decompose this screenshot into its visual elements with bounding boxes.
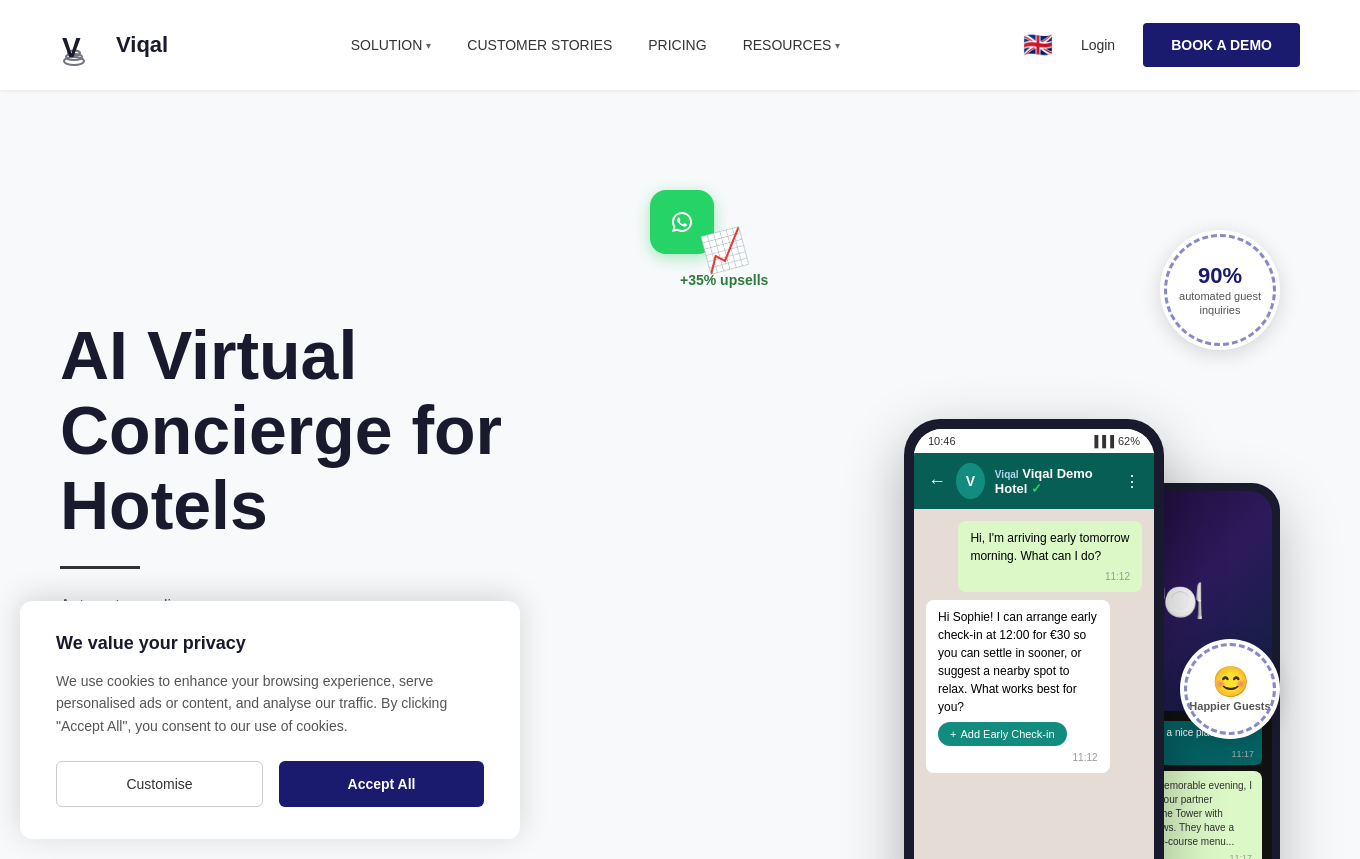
hotel-name: Viqal Viqal Demo Hotel ✓ — [995, 466, 1114, 496]
nav-resources[interactable]: RESOURCES ▾ — [743, 37, 841, 53]
hotel-info: Viqal Viqal Demo Hotel ✓ — [995, 466, 1114, 496]
main-phone-mockup: 10:46 ▐▐▐ 62% ← V Viqal Viqal — [904, 419, 1184, 859]
happier-guests-badge: 😊 Happier Guests — [1180, 639, 1280, 739]
hero-title: AI Virtual Concierge for Hotels — [60, 318, 620, 542]
nav-pricing[interactable]: PRICING — [648, 37, 706, 53]
privacy-banner: We value your privacy We use cookies to … — [20, 601, 520, 839]
accept-all-button[interactable]: Accept All — [279, 761, 484, 807]
badge-ring-decoration — [1164, 234, 1276, 346]
nav-right: 🇬🇧 Login BOOK A DEMO — [1023, 23, 1300, 67]
phone-outer: 10:46 ▐▐▐ 62% ← V Viqal Viqal — [904, 419, 1164, 859]
viqal-label: Viqal — [995, 469, 1019, 480]
nav-solution[interactable]: SOLUTION ▾ — [351, 37, 432, 53]
phone-screen: 10:46 ▐▐▐ 62% ← V Viqal Viqal — [914, 429, 1154, 859]
hero-divider — [60, 566, 140, 569]
customise-button[interactable]: Customise — [56, 761, 263, 807]
trend-arrow-icon: 📈 — [697, 225, 751, 277]
video-call-icon[interactable]: ⋮ — [1124, 472, 1140, 491]
signal-icon: ▐▐▐ — [1091, 435, 1114, 447]
nav-links: SOLUTION ▾ CUSTOMER STORIES PRICING RESO… — [351, 37, 841, 53]
chat-area: Hi, I'm arriving early tomorrow morning.… — [914, 509, 1154, 859]
chat-header: ← V Viqal Viqal Demo Hotel ✓ ⋮ — [914, 453, 1154, 509]
phone-status-bar: 10:46 ▐▐▐ 62% — [914, 429, 1154, 453]
hero-visual: 📈 +35% upsells 90% automated guest inqui… — [620, 150, 1300, 859]
navbar: V Viqal SOLUTION ▾ CUSTOMER STORIES PRIC… — [0, 0, 1360, 90]
automated-badge: 90% automated guest inquiries — [1160, 230, 1280, 350]
chevron-down-icon: ▾ — [835, 40, 840, 51]
back-icon: ← — [928, 471, 946, 492]
logo-text: Viqal — [116, 32, 168, 58]
chevron-down-icon: ▾ — [426, 40, 431, 51]
privacy-description: We use cookies to enhance your browsing … — [56, 670, 484, 737]
privacy-title: We value your privacy — [56, 633, 484, 654]
logo-icon: V — [60, 21, 108, 69]
hotel-avatar: V — [956, 463, 985, 499]
chat-message-received: Hi Sophie! I can arrange early check-in … — [926, 600, 1110, 773]
badge-ring-decoration — [1184, 643, 1276, 735]
language-flag-icon[interactable]: 🇬🇧 — [1023, 31, 1053, 59]
book-demo-button[interactable]: BOOK A DEMO — [1143, 23, 1300, 67]
privacy-buttons: Customise Accept All — [56, 761, 484, 807]
chat-actions[interactable]: ⋮ — [1124, 472, 1140, 491]
chat-messages: Hi, I'm arriving early tomorrow morning.… — [926, 521, 1142, 781]
plus-icon: + — [950, 728, 956, 740]
login-button[interactable]: Login — [1081, 37, 1115, 53]
verified-icon: ✓ — [1031, 481, 1042, 496]
upsells-badge: 📈 +35% upsells — [680, 230, 768, 288]
add-checkin-button[interactable]: + Add Early Check-in — [938, 722, 1067, 746]
chat-message-sent: Hi, I'm arriving early tomorrow morning.… — [958, 521, 1142, 592]
nav-customer-stories[interactable]: CUSTOMER STORIES — [467, 37, 612, 53]
logo[interactable]: V Viqal — [60, 21, 168, 69]
